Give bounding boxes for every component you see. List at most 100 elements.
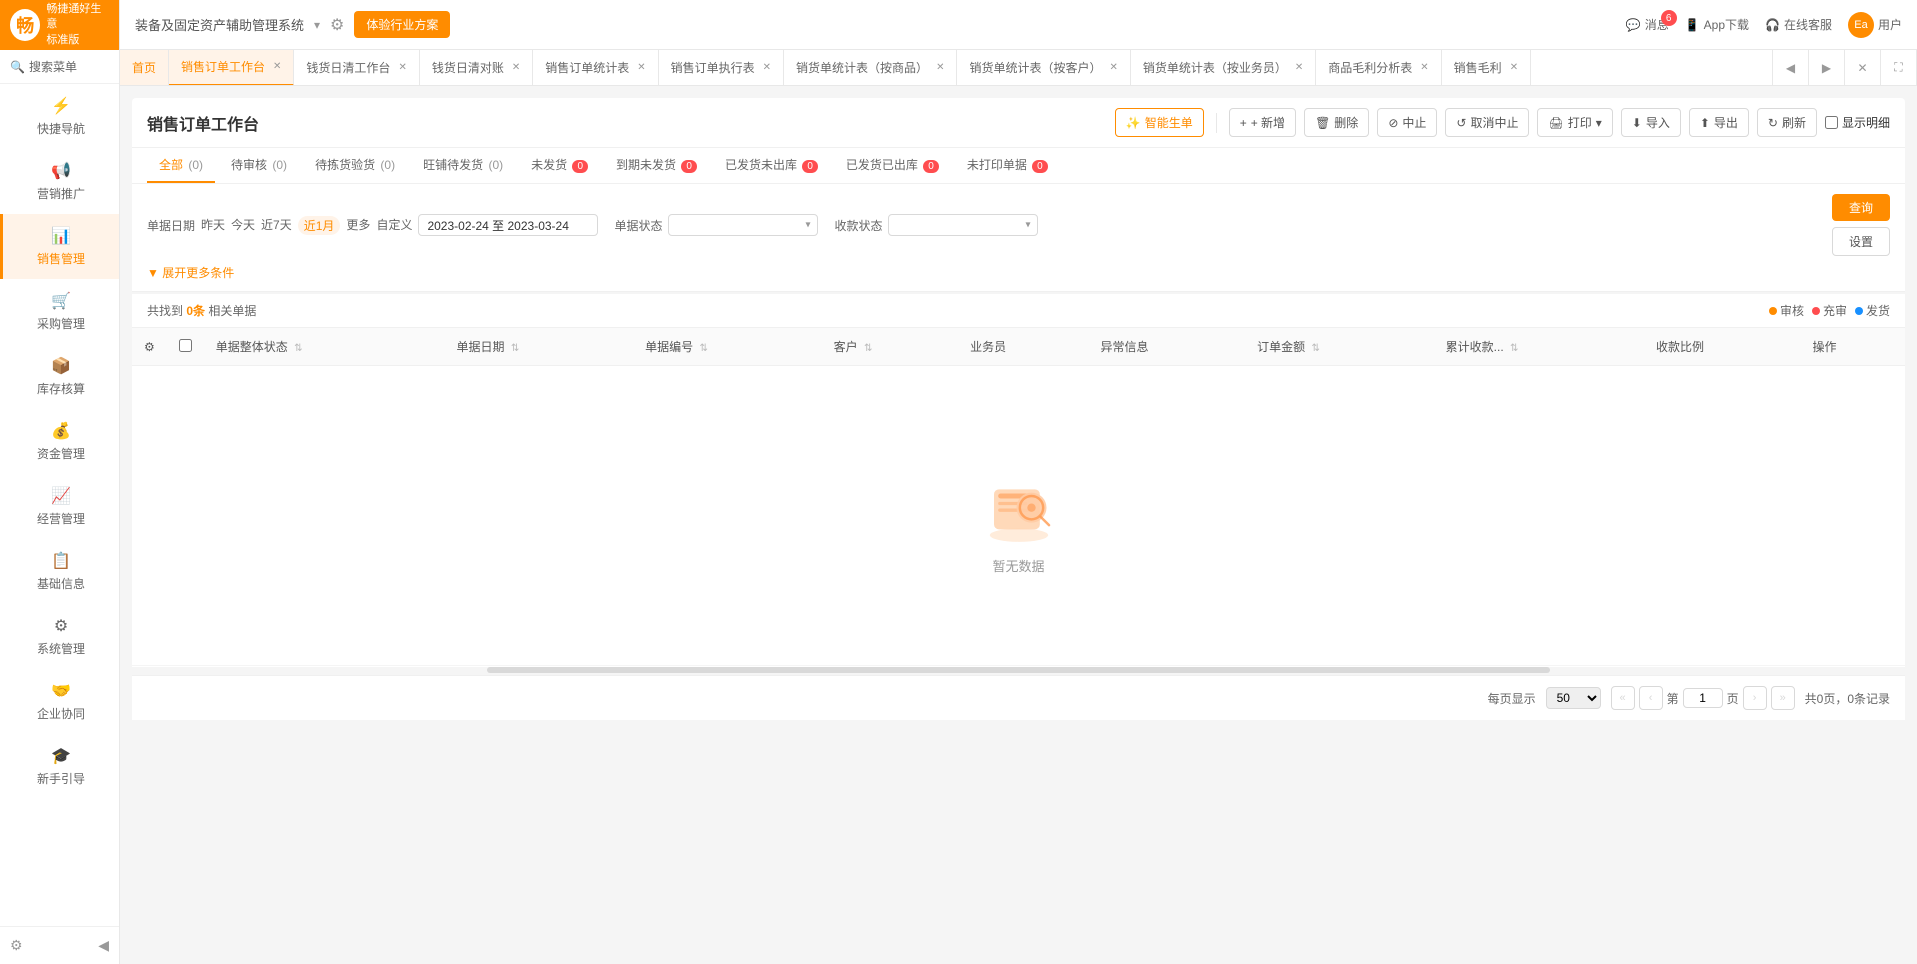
settings-bottom-icon[interactable]: ⚙ [10, 937, 23, 954]
sub-tab-shipped-not-out[interactable]: 已发货未出库 0 [713, 148, 830, 183]
page-next-btn[interactable]: › [1743, 686, 1767, 710]
tab-close-icon[interactable]: ✕ [1510, 62, 1518, 73]
sidebar-item-purchase[interactable]: 🛒 采购管理 [0, 279, 119, 344]
tab-goods-stats-product[interactable]: 销货单统计表（按商品） ✕ [784, 50, 957, 86]
user-menu[interactable]: Ea 用户 [1848, 12, 1902, 38]
collapse-icon[interactable]: ◀ [98, 937, 109, 954]
tab-sales-exec[interactable]: 销售订单执行表 ✕ [659, 50, 784, 86]
sidebar-item-system[interactable]: ⚙ 系统管理 [0, 604, 119, 669]
page-prev-btn[interactable]: ‹ [1639, 686, 1663, 710]
trial-button[interactable]: 体验行业方案 [354, 11, 450, 38]
query-button[interactable]: 查询 [1832, 194, 1890, 221]
app-download-item[interactable]: 📱 App下载 [1685, 16, 1749, 33]
filter-date-today[interactable]: 今天 [231, 216, 255, 235]
ship-quick-btn[interactable]: 发货 [1855, 302, 1890, 319]
import-button[interactable]: ⬇ 导入 [1621, 108, 1681, 137]
filter-date-custom[interactable]: 自定义 [376, 216, 412, 235]
tab-goods-stats-customer[interactable]: 销货单统计表（按客户） ✕ [957, 50, 1130, 86]
filter-date-more[interactable]: 更多 [346, 216, 370, 235]
filter-expand-row: ▼ 展开更多条件 [147, 264, 1890, 281]
tab-close-icon[interactable]: ✕ [273, 61, 281, 72]
table-col-customer[interactable]: 客户 ⇅ [822, 328, 958, 366]
sidebar-item-quick-nav[interactable]: ⚡ 快捷导航 [0, 84, 119, 149]
table-col-doc-date[interactable]: 单据日期 ⇅ [445, 328, 634, 366]
sidebar-item-basic[interactable]: 📋 基础信息 [0, 539, 119, 604]
sidebar-item-sales[interactable]: 📊 销售管理 [0, 214, 119, 279]
table-col-amount[interactable]: 订单金额 ⇅ [1245, 328, 1434, 366]
tab-close-icon[interactable]: ✕ [637, 62, 645, 73]
sidebar-search[interactable]: 🔍 搜索菜单 [0, 50, 119, 84]
tab-close-icon[interactable]: ✕ [1295, 62, 1303, 73]
cancel-suspend-button[interactable]: ↺ 取消中止 [1445, 108, 1529, 137]
print-button[interactable]: 🖨 打印 ▾ [1537, 108, 1612, 137]
tab-expand-btn[interactable]: ⛶ [1881, 50, 1917, 86]
suspend-button[interactable]: ⊘ 中止 [1377, 108, 1437, 137]
handshake-icon: 🤝 [51, 681, 71, 701]
select-all-checkbox[interactable] [179, 339, 192, 352]
tab-goods-stats-staff[interactable]: 销货单统计表（按业务员） ✕ [1131, 50, 1316, 86]
sidebar-item-guide[interactable]: 🎓 新手引导 [0, 734, 119, 799]
tab-close-icon[interactable]: ✕ [1420, 62, 1428, 73]
table-col-settings[interactable]: ⚙ [132, 328, 167, 366]
smart-generate-button[interactable]: ✨ 智能生单 [1115, 108, 1204, 137]
page-last-btn[interactable]: » [1771, 686, 1795, 710]
stop-icon: ⊘ [1388, 116, 1398, 130]
header-dropdown-icon[interactable]: ▾ [314, 18, 320, 32]
table-col-doc-no[interactable]: 单据编号 ⇅ [633, 328, 822, 366]
sub-tab-not-printed[interactable]: 未打印单据 0 [955, 148, 1060, 183]
tab-close-icon[interactable]: ✕ [1109, 62, 1117, 73]
filter-status-select[interactable] [668, 214, 818, 236]
horizontal-scrollbar-thumb[interactable] [487, 667, 1551, 673]
tab-cash-reconcile[interactable]: 钱货日清对账 ✕ [420, 50, 533, 86]
message-item[interactable]: 💬 消息 6 [1626, 16, 1669, 33]
tab-sales-more[interactable]: 销售毛利 ✕ [1442, 50, 1531, 86]
sidebar-item-inventory[interactable]: 📦 库存核算 [0, 344, 119, 409]
add-button[interactable]: + + 新增 [1229, 108, 1296, 137]
cancel-review-quick-btn[interactable]: 充审 [1812, 302, 1847, 319]
sub-tab-wangpu-ship[interactable]: 旺铺待发货 (0) [411, 148, 515, 183]
page-first-btn[interactable]: « [1611, 686, 1635, 710]
tab-home[interactable]: 首页 [120, 50, 169, 86]
sub-tab-not-shipped[interactable]: 未发货 0 [519, 148, 600, 183]
tab-close-icon[interactable]: ✕ [512, 62, 520, 73]
review-quick-btn[interactable]: 审核 [1769, 302, 1804, 319]
sidebar-item-enterprise[interactable]: 🤝 企业协同 [0, 669, 119, 734]
header-settings-icon[interactable]: ⚙ [330, 15, 344, 35]
sub-tab-pending-review[interactable]: 待审核 (0) [219, 148, 299, 183]
table-col-checkbox[interactable] [167, 328, 204, 366]
sub-tab-pending-inspect[interactable]: 待拣货验货 (0) [303, 148, 407, 183]
delete-button[interactable]: 🗑 删除 [1304, 108, 1369, 137]
tab-scroll-left-btn[interactable]: ◀ [1773, 50, 1809, 86]
table-col-collected[interactable]: 累计收款... ⇅ [1434, 328, 1644, 366]
filter-date-yesterday[interactable]: 昨天 [201, 216, 225, 235]
expand-conditions-button[interactable]: ▼ 展开更多条件 [147, 264, 1890, 281]
set-button[interactable]: 设置 [1832, 227, 1890, 256]
sidebar-item-operations[interactable]: 📈 经营管理 [0, 474, 119, 539]
page-number-input[interactable] [1683, 688, 1723, 708]
filter-date-7days[interactable]: 近7天 [261, 216, 292, 235]
page-size-select[interactable]: 50 100 200 [1546, 687, 1601, 709]
sub-tab-overdue-not-shipped[interactable]: 到期未发货 0 [604, 148, 709, 183]
tab-close-icon[interactable]: ✕ [936, 62, 944, 73]
tab-cash-daily[interactable]: 钱货日清工作台 ✕ [294, 50, 419, 86]
filter-date-range-input[interactable] [418, 214, 598, 236]
tab-sales-order-workspace[interactable]: 销售订单工作台 ✕ [169, 50, 294, 86]
show-detail-checkbox[interactable] [1825, 116, 1838, 129]
sub-tab-shipped-out[interactable]: 已发货已出库 0 [834, 148, 951, 183]
filter-date-1month[interactable]: 近1月 [298, 216, 341, 235]
sidebar-item-finance[interactable]: 💰 资金管理 [0, 409, 119, 474]
sub-tab-all[interactable]: 全部 (0) [147, 148, 215, 183]
tab-close-icon[interactable]: ✕ [398, 62, 406, 73]
empty-illustration [969, 456, 1069, 556]
tab-sales-stats[interactable]: 销售订单统计表 ✕ [533, 50, 658, 86]
tab-scroll-right-btn[interactable]: ▶ [1809, 50, 1845, 86]
table-col-doc-status: 单据整体状态 ⇅ [204, 328, 445, 366]
tab-goods-margin[interactable]: 商品毛利分析表 ✕ [1316, 50, 1441, 86]
tab-close-all-btn[interactable]: ✕ [1845, 50, 1881, 86]
filter-payment-select[interactable] [888, 214, 1038, 236]
tab-close-icon[interactable]: ✕ [763, 62, 771, 73]
sidebar-item-marketing[interactable]: 📢 营销推广 [0, 149, 119, 214]
export-button[interactable]: ⬆ 导出 [1689, 108, 1749, 137]
online-service-item[interactable]: 🎧 在线客服 [1765, 16, 1832, 33]
refresh-button[interactable]: ↻ 刷新 [1757, 108, 1817, 137]
